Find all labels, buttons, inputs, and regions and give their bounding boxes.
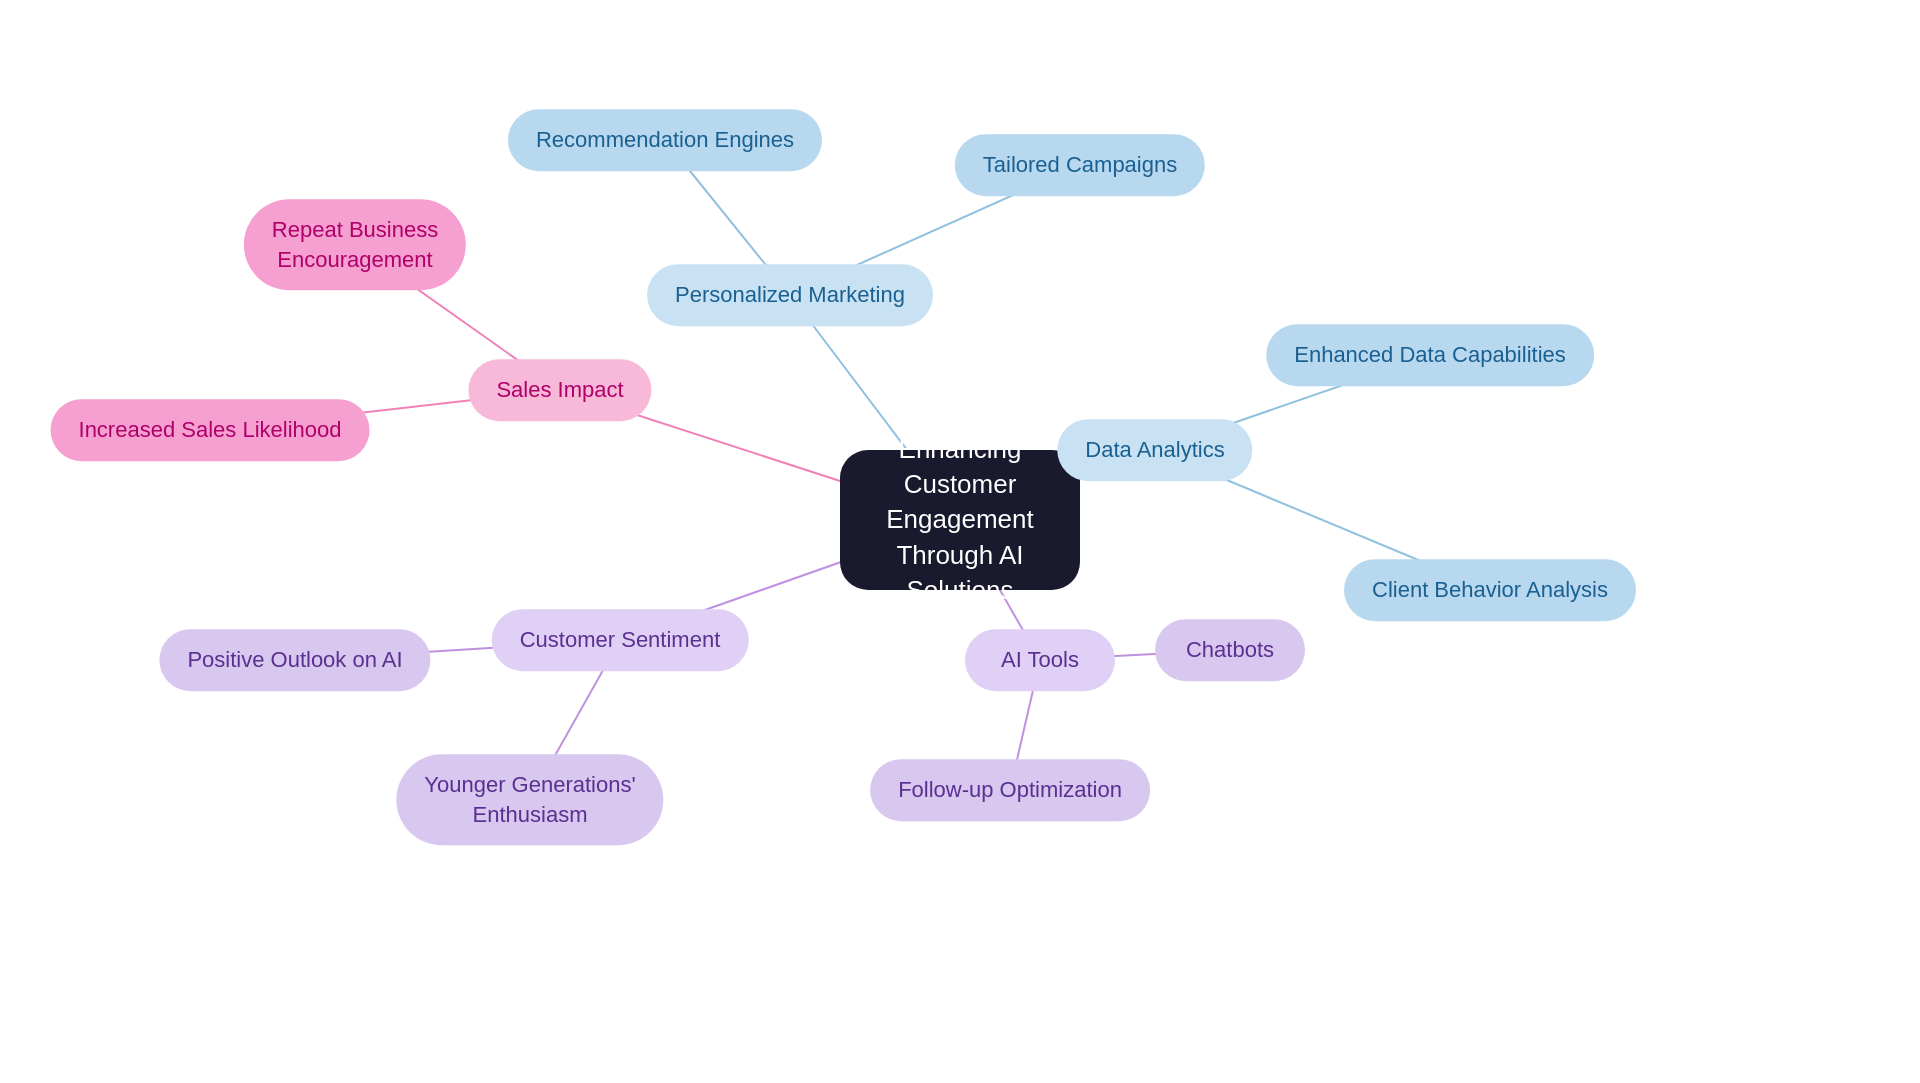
node-enhanced-data-capabilities: Enhanced Data Capabilities (1266, 324, 1594, 386)
node-chatbots: Chatbots (1155, 619, 1305, 681)
node-data-analytics: Data Analytics (1057, 419, 1252, 481)
node-ai-tools: AI Tools (965, 629, 1115, 691)
node-sales-impact: Sales Impact (468, 359, 651, 421)
center-node: Enhancing Customer Engagement Through AI… (840, 450, 1080, 590)
node-recommendation-engines: Recommendation Engines (508, 109, 822, 171)
node-positive-outlook: Positive Outlook on AI (159, 629, 430, 691)
node-repeat-business: Repeat Business Encouragement (244, 199, 466, 290)
node-client-behavior-analysis: Client Behavior Analysis (1344, 559, 1636, 621)
node-increased-sales: Increased Sales Likelihood (51, 399, 370, 461)
node-followup-optimization: Follow-up Optimization (870, 759, 1150, 821)
node-younger-generations: Younger Generations' Enthusiasm (396, 754, 663, 845)
node-customer-sentiment: Customer Sentiment (492, 609, 749, 671)
node-tailored-campaigns: Tailored Campaigns (955, 134, 1205, 196)
node-personalized-marketing: Personalized Marketing (647, 264, 933, 326)
